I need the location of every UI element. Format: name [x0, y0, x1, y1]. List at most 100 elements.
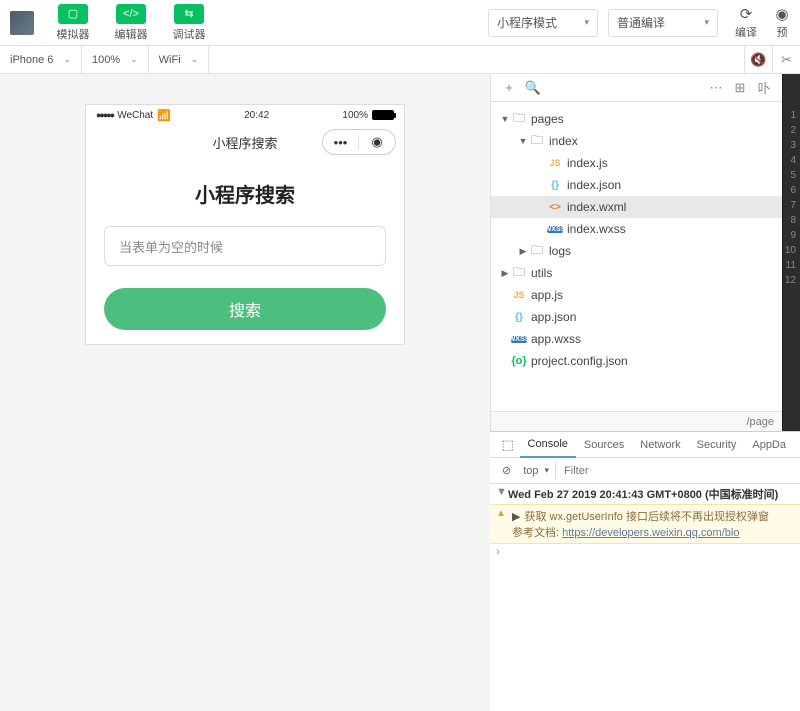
tab-sources[interactable]: Sources [576, 432, 632, 458]
line-number: 5 [783, 168, 800, 183]
line-number: 7 [783, 198, 800, 213]
chevron-down-icon: ⌄ [191, 54, 199, 65]
tree-label: index.js [567, 156, 608, 170]
file-explorer: + 🔍 ⋯ ⊞ 卟 ▼🗀pages▼🗀indexJSindex.js{}inde… [490, 74, 782, 431]
json-icon: {} [511, 312, 527, 323]
network-label: WiFi [159, 54, 181, 66]
mode-label: 小程序模式 [497, 14, 557, 31]
phone-frame: ●●●●● WeChat 📶 20:42 100% 小程序搜索 ••• ◉ 小程… [85, 104, 405, 345]
network-dropdown[interactable]: WiFi ⌄ [149, 46, 210, 74]
battery-pct: 100% [342, 110, 368, 121]
tab-appdata[interactable]: AppDa [744, 432, 794, 458]
right-pane: + 🔍 ⋯ ⊞ 卟 ▼🗀pages▼🗀indexJSindex.js{}inde… [490, 74, 800, 711]
zoom-label: 100% [92, 54, 120, 66]
input-placeholder: 当表单为空的时候 [119, 237, 223, 256]
mode-dropdown[interactable]: 小程序模式 ▾ [488, 9, 598, 37]
file-tree[interactable]: ▼🗀pages▼🗀indexJSindex.js{}index.json<>in… [491, 102, 782, 411]
tab-console[interactable]: Console [520, 432, 576, 458]
line-number: 12 [783, 273, 800, 288]
device-icon: ▢ [58, 4, 88, 24]
debugger-label: 调试器 [173, 26, 206, 42]
caret-down-icon[interactable]: ▼ [496, 486, 508, 498]
path-bar: /page [491, 411, 782, 431]
console-warning: ▶获取 wx.getUserInfo 接口后续将不再出现授权弹窗 参考文档: h… [490, 504, 800, 544]
tree-node-index[interactable]: ▼🗀index [491, 130, 782, 152]
compile-button[interactable]: ⟳编译 [728, 0, 764, 46]
tree-node-app-js[interactable]: JSapp.js [491, 284, 782, 306]
app-title: 小程序搜索 [104, 179, 386, 208]
folder-icon: 🗀 [529, 241, 545, 262]
compile-label: 普通编译 [617, 14, 665, 31]
clear-console-button[interactable]: ⊘ [496, 464, 517, 477]
devtools-tabs: ⬚ Console Sources Network Security AppDa [490, 432, 800, 458]
chevron-down-icon: ▾ [584, 17, 589, 28]
tree-node-app-json[interactable]: {} app.json [491, 306, 782, 328]
editor-toggle[interactable]: </> 编辑器 [102, 0, 160, 46]
target-icon: ◉ [371, 134, 382, 150]
warning-ref-label: 参考文档: [512, 527, 559, 539]
search-button[interactable]: 搜索 [104, 288, 386, 330]
tree-label: index.wxss [567, 222, 626, 236]
tree-label: project.config.json [531, 354, 628, 368]
tree-node-index-wxss[interactable]: WXSS index.wxss [491, 218, 782, 240]
warning-link[interactable]: https://developers.weixin.qq.com/blo [562, 527, 739, 539]
line-number: 11 [783, 258, 800, 273]
compile-action-label: 编译 [735, 24, 757, 40]
more-button[interactable]: ⋯ [704, 80, 728, 96]
zoom-dropdown[interactable]: 100%⌄ [82, 46, 149, 74]
debugger-toggle[interactable]: ⇆调试器 [160, 0, 218, 46]
layout-button[interactable]: 卟 [752, 78, 776, 97]
tree-node-index-wxml[interactable]: <>index.wxml [491, 196, 782, 218]
line-number: 10 [783, 243, 800, 258]
device-label: iPhone 6 [10, 54, 53, 66]
phone-time: 20:42 [171, 110, 343, 121]
folder-icon: 🗀 [511, 263, 527, 284]
console-prompt[interactable]: › [490, 544, 800, 560]
wxss-icon: WXSS [547, 226, 563, 233]
inspect-button[interactable]: ⬚ [496, 437, 520, 453]
console-line: ▼ Wed Feb 27 2019 20:41:43 GMT+0800 (中国标… [490, 484, 800, 504]
tree-node-project-config-json[interactable]: {o}project.config.json [491, 350, 782, 372]
phone-status-bar: ●●●●● WeChat 📶 20:42 100% [86, 105, 404, 125]
split-button[interactable]: ⊞ [728, 80, 752, 96]
mute-button[interactable]: 🔇 [744, 46, 772, 74]
devtools-panel: ⬚ Console Sources Network Security AppDa… [490, 431, 800, 711]
file-toolbar: + 🔍 ⋯ ⊞ 卟 [491, 74, 782, 102]
snip-button[interactable]: ✂ [772, 46, 800, 74]
tab-network[interactable]: Network [632, 432, 688, 458]
tree-node-index-json[interactable]: {}index.json [491, 174, 782, 196]
scope-dropdown[interactable]: top▾ [517, 465, 555, 477]
console-timestamp: Wed Feb 27 2019 20:41:43 GMT+0800 (中国标准时… [508, 486, 778, 502]
line-number: 8 [783, 213, 800, 228]
capsule-menu-button[interactable]: ••• [323, 135, 359, 150]
console-output[interactable]: ▼ Wed Feb 27 2019 20:41:43 GMT+0800 (中国标… [490, 484, 800, 711]
tree-label: logs [549, 244, 571, 258]
simulator-control-bar: iPhone 6⌄ 100%⌄ WiFi ⌄ 🔇 ✂ [0, 46, 800, 74]
wifi-icon: 📶 [157, 109, 171, 122]
refresh-icon: ⟳ [740, 5, 753, 23]
tree-label: app.json [531, 310, 576, 324]
tree-node-pages[interactable]: ▼🗀pages [491, 108, 782, 130]
search-input[interactable]: 当表单为空的时候 [104, 226, 386, 266]
tab-security[interactable]: Security [689, 432, 745, 458]
tree-node-index-js[interactable]: JSindex.js [491, 152, 782, 174]
compile-dropdown[interactable]: 普通编译▾ [608, 9, 718, 37]
main-toolbar: ▢模拟器 </> 编辑器 ⇆调试器 小程序模式 ▾ 普通编译▾ ⟳编译 ◉预 [0, 0, 800, 46]
code-icon: </> [116, 4, 146, 24]
filter-input[interactable] [555, 462, 714, 480]
tree-node-app-wxss[interactable]: WXSSapp.wxss [491, 328, 782, 350]
phone-body: 小程序搜索 当表单为空的时候 搜索 [86, 159, 404, 344]
tree-node-utils[interactable]: ▶🗀utils [491, 262, 782, 284]
main-layout: ●●●●● WeChat 📶 20:42 100% 小程序搜索 ••• ◉ 小程… [0, 74, 800, 711]
simulator-toggle[interactable]: ▢模拟器 [44, 0, 102, 46]
capsule-close-button[interactable]: ◉ [359, 134, 395, 150]
new-file-button[interactable]: + [497, 80, 521, 95]
device-dropdown[interactable]: iPhone 6⌄ [0, 46, 82, 74]
line-number: 1 [783, 108, 800, 123]
tree-node-logs[interactable]: ▶🗀logs [491, 240, 782, 262]
search-files-button[interactable]: 🔍 [521, 80, 545, 96]
editor-label: 编辑器 [115, 26, 148, 42]
preview-button[interactable]: ◉预 [764, 0, 800, 46]
line-number: 2 [783, 123, 800, 138]
caret-right-icon[interactable]: ▶ [512, 511, 520, 523]
